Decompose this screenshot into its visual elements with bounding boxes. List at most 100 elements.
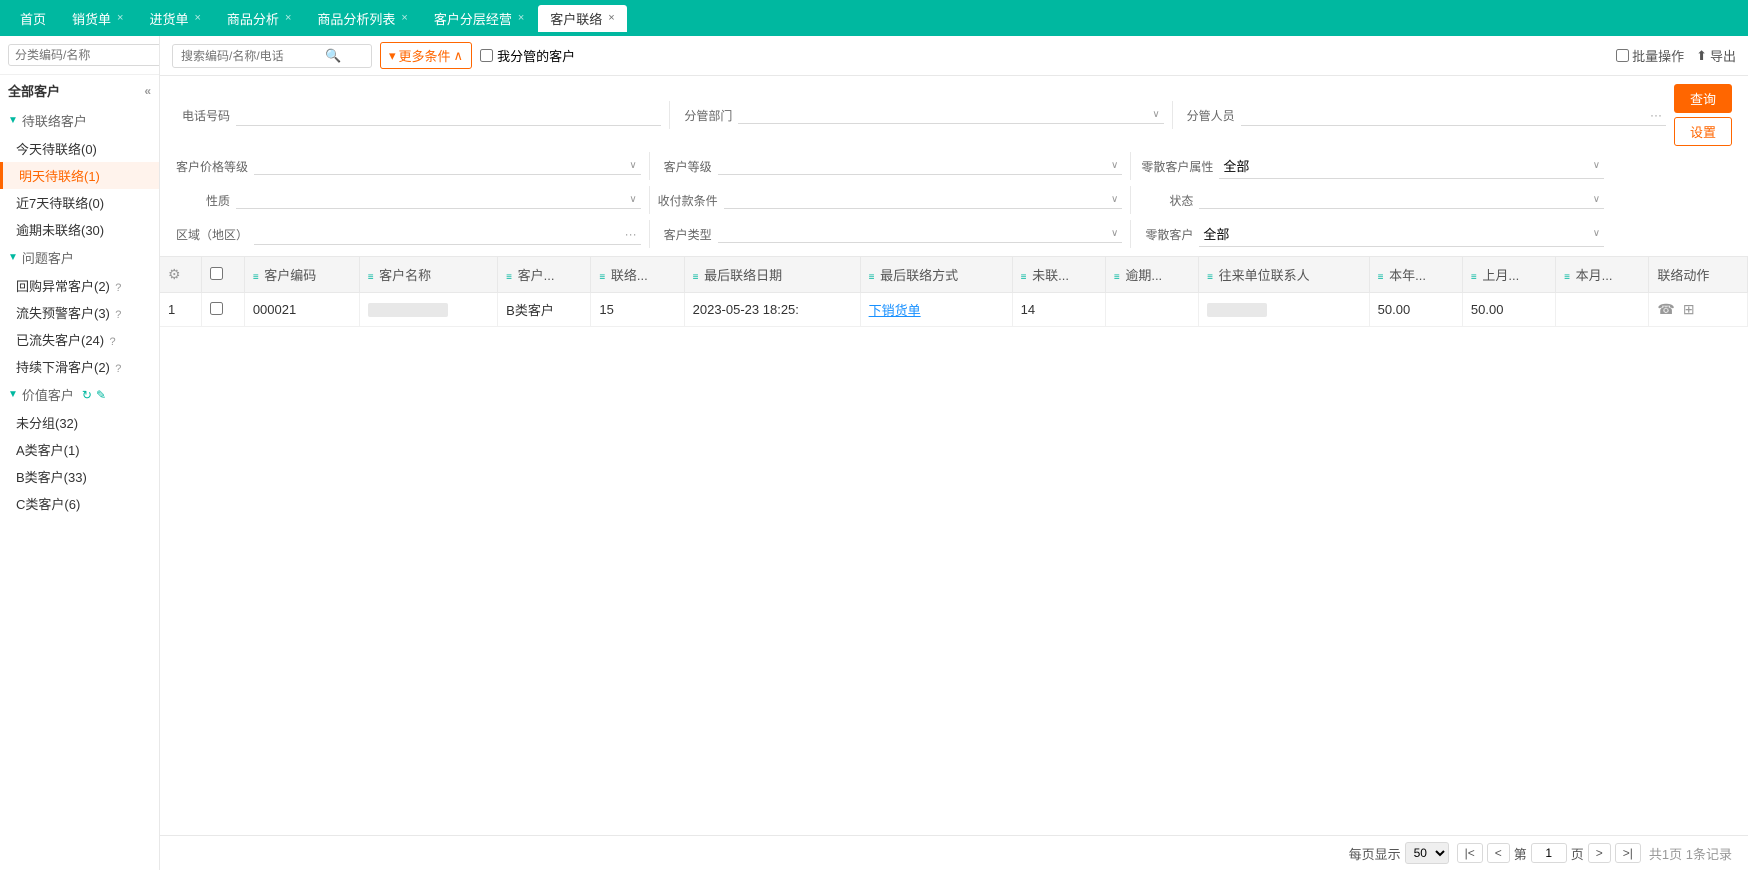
sidebar-item-today-contact[interactable]: 今天待联络(0) <box>0 135 159 162</box>
sidebar-search-input[interactable] <box>8 44 160 66</box>
edit-icon[interactable]: ✎ <box>96 388 106 402</box>
filter-manager-select[interactable]: ··· <box>1241 105 1666 126</box>
filter-price-level: 客户价格等级 ∨ <box>176 157 641 175</box>
nav-customer-contact-close[interactable]: × <box>608 12 614 24</box>
sidebar-item-a-class[interactable]: A类客户(1) <box>0 436 159 463</box>
help-icon-2: ? <box>115 309 121 321</box>
query-btn[interactable]: 查询 <box>1674 84 1732 113</box>
sidebar-item-c-class[interactable]: C类客户(6) <box>0 490 159 517</box>
retail-attr-caret-icon: ∨ <box>1593 160 1600 171</box>
filter-phone-input[interactable] <box>236 105 661 126</box>
col-year-amount: ≡ 本年... <box>1369 257 1462 293</box>
nav-purchase-order-close[interactable]: × <box>194 12 200 24</box>
next-page-btn[interactable]: > <box>1588 843 1611 863</box>
per-page-select[interactable]: 50 <box>1405 842 1449 864</box>
sidebar-item-ungrouped[interactable]: 未分组(32) <box>0 409 159 436</box>
nav-purchase-order[interactable]: 进货单 × <box>137 5 212 32</box>
sidebar-group-value[interactable]: ▼ 价值客户 ↻ ✎ <box>0 380 159 409</box>
filter-customer-type-select[interactable]: ∨ <box>718 225 1123 243</box>
cell-name <box>359 293 497 327</box>
nav-product-analysis-list-close[interactable]: × <box>401 12 407 24</box>
col-last-month: ≡ 上月... <box>1462 257 1555 293</box>
sidebar-item-repurchase-anomaly[interactable]: 回购异常客户(2) ? <box>0 272 159 299</box>
col-unlinked: ≡ 未联... <box>1012 257 1105 293</box>
last-page-btn[interactable]: >| <box>1615 843 1641 863</box>
col-type: ≡ 客户... <box>498 257 591 293</box>
filter-payment-select[interactable]: ∨ <box>724 191 1123 209</box>
nav-sales-order-close[interactable]: × <box>117 12 123 24</box>
set-btn[interactable]: 设置 <box>1674 117 1732 146</box>
toolbar-search-icon[interactable]: 🔍 <box>325 48 341 64</box>
content-area: 🔍 ▾ 更多条件 ∧ 我分管的客户 批量操作 ⬆ 导出 <box>160 36 1748 870</box>
filter-panel: 电话号码 分管部门 ∨ 分管人员 ··· <box>160 76 1748 257</box>
nav-product-analysis[interactable]: 商品分析 × <box>215 5 303 32</box>
sidebar-item-churn-warning[interactable]: 流失预警客户(3) ? <box>0 299 159 326</box>
filter-status-label: 状态 <box>1139 192 1199 209</box>
filter-divider-6 <box>1130 186 1131 214</box>
nav-sales-order[interactable]: 销货单 × <box>60 5 135 32</box>
last-method-link[interactable]: 下销货单 <box>869 303 921 318</box>
filter-customer-level-select[interactable]: ∨ <box>718 157 1123 175</box>
filter-status-select[interactable]: ∨ <box>1199 191 1604 209</box>
nav-home[interactable]: 首页 <box>8 5 58 32</box>
collapse-icon: « <box>144 84 151 98</box>
sidebar-item-churned[interactable]: 已流失客户(24) ? <box>0 326 159 353</box>
chevron-icon: ∧ <box>454 48 464 64</box>
first-page-btn[interactable]: |< <box>1457 843 1483 863</box>
sidebar-item-tomorrow-contact[interactable]: 明天待联络(1) <box>0 162 159 189</box>
more-filter-btn[interactable]: ▾ 更多条件 ∧ <box>380 42 472 69</box>
prev-page-btn[interactable]: < <box>1487 843 1510 863</box>
filter-price-level-select[interactable]: ∨ <box>254 157 641 175</box>
my-customer-check[interactable]: 我分管的客户 <box>480 46 575 65</box>
sidebar-item-overdue-contact[interactable]: 逾期未联络(30) <box>0 216 159 243</box>
filter-retail-customer-select[interactable]: 全部 ∨ <box>1199 221 1604 247</box>
page-number-input[interactable] <box>1531 843 1567 863</box>
nav-customer-tier-close[interactable]: × <box>518 12 524 24</box>
sidebar-item-b-class[interactable]: B类客户(33) <box>0 463 159 490</box>
table-settings-icon[interactable]: ⚙ <box>168 266 181 282</box>
batch-checkbox[interactable] <box>1616 49 1629 62</box>
cell-unlinked: 14 <box>1012 293 1105 327</box>
footer-page-size: 每页显示 50 <box>1349 842 1449 864</box>
sidebar-all-customers[interactable]: 全部客户 « <box>0 75 159 106</box>
sidebar-item-declining[interactable]: 持续下滑客户(2) ? <box>0 353 159 380</box>
col-checkbox <box>201 257 244 293</box>
col-contacts-person: ≡ 往来单位联系人 <box>1199 257 1370 293</box>
contact-action-icon[interactable]: ☎ <box>1657 301 1674 318</box>
col-last-method: ≡ 最后联络方式 <box>860 257 1012 293</box>
sidebar-group-problem[interactable]: ▼ 问题客户 <box>0 243 159 272</box>
filter-dept-select[interactable]: ∨ <box>738 106 1163 124</box>
col-action: 联络动作 <box>1649 257 1748 293</box>
row-checkbox[interactable] <box>210 302 223 315</box>
help-icon-3: ? <box>109 336 115 348</box>
refresh-icon[interactable]: ↻ <box>82 388 92 402</box>
nav-customer-tier[interactable]: 客户分层经营 × <box>422 5 536 32</box>
filter-retail-attr-select[interactable]: 全部 ∨ <box>1219 153 1604 179</box>
my-customer-checkbox[interactable] <box>480 49 493 62</box>
toolbar-search-input[interactable] <box>181 49 321 63</box>
sort-year-icon: ≡ <box>1378 272 1384 283</box>
more-action-icon[interactable]: ⊞ <box>1683 301 1695 318</box>
cell-overdue <box>1105 293 1198 327</box>
nav-product-analysis-list[interactable]: 商品分析列表 × <box>305 5 419 32</box>
filter-divider-4 <box>1130 152 1131 180</box>
filter-region-select[interactable]: ··· <box>254 224 641 245</box>
filter-dept-label: 分管部门 <box>678 107 738 124</box>
customer-type-caret-icon: ∨ <box>1111 228 1118 239</box>
cell-this-month-amount <box>1556 293 1649 327</box>
batch-op-btn[interactable]: 批量操作 <box>1616 46 1684 65</box>
customer-level-caret-icon: ∨ <box>1111 160 1118 171</box>
sidebar-group-pending[interactable]: ▼ 待联络客户 <box>0 106 159 135</box>
filter-divider-2 <box>1172 101 1173 129</box>
table-select-all[interactable] <box>210 267 223 280</box>
region-dots-icon: ··· <box>625 227 637 241</box>
sidebar-item-7day-contact[interactable]: 近7天待联络(0) <box>0 189 159 216</box>
nav-product-analysis-close[interactable]: × <box>285 12 291 24</box>
table-container: ⚙ ≡ 客户编码 ≡ 客户名称 <box>160 257 1748 835</box>
triangle-icon-3: ▼ <box>8 389 18 400</box>
nav-customer-contact[interactable]: 客户联络 × <box>538 5 626 32</box>
filter-nature-select[interactable]: ∨ <box>236 191 641 209</box>
filter-row-4: 区域（地区） ··· 客户类型 ∨ 零散客户 <box>176 220 1732 248</box>
filter-customer-type-label: 客户类型 <box>658 226 718 243</box>
export-btn[interactable]: ⬆ 导出 <box>1696 46 1736 65</box>
